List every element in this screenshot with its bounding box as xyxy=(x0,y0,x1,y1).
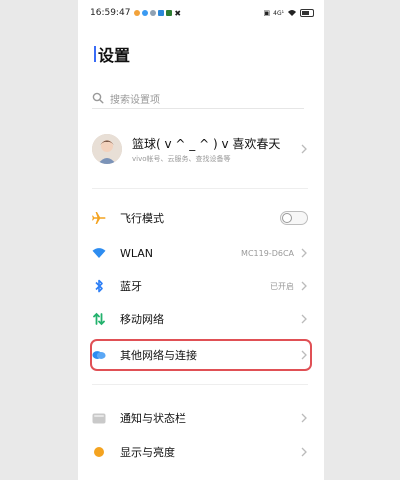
settings-item-label: WLAN xyxy=(120,246,154,260)
tools-icon: ✖ xyxy=(174,8,182,18)
chevron-right-icon xyxy=(301,281,307,291)
battery-icon xyxy=(300,9,314,17)
brightness-icon xyxy=(92,445,106,459)
status-time: 16:59:47 xyxy=(90,8,131,18)
wifi-icon xyxy=(92,246,106,260)
notification-icons: ✖ xyxy=(134,9,181,18)
settings-item-airplane-mode[interactable]: 飞行模式 xyxy=(92,204,308,232)
notification-icon-app xyxy=(158,10,165,16)
account-name: 篮球( v ^ _ ^ ) v 喜欢春天 xyxy=(132,136,281,151)
chevron-right-icon xyxy=(301,413,307,423)
account-text: 篮球( v ^ _ ^ ) v 喜欢春天 vivo帐号、云服务、查找设备等 xyxy=(132,135,300,164)
settings-item-bluetooth[interactable]: 蓝牙 已开启 xyxy=(92,272,308,300)
bluetooth-status: 已开启 xyxy=(270,281,294,291)
search-icon xyxy=(92,92,104,104)
settings-item-label: 移动网络 xyxy=(120,313,164,326)
settings-item-label: 蓝牙 xyxy=(120,280,142,293)
settings-item-wlan[interactable]: WLAN MC119-D6CA xyxy=(92,239,308,267)
chevron-right-icon xyxy=(301,447,307,457)
chevron-right-icon xyxy=(301,314,307,324)
chevron-right-icon xyxy=(301,144,307,154)
settings-item-display-brightness[interactable]: 显示与亮度 xyxy=(92,438,308,466)
section-divider xyxy=(92,384,308,385)
notification-icon-app2 xyxy=(166,10,173,16)
wifi-status-icon xyxy=(288,10,296,16)
settings-item-mobile-network[interactable]: 移动网络 xyxy=(92,305,308,333)
notification-icon xyxy=(92,411,106,425)
network-label: 4G¹ xyxy=(273,9,284,17)
settings-item-label: 飞行模式 xyxy=(120,212,164,225)
status-bar: 16:59:47 ✖ ▣ 4G¹ xyxy=(90,6,314,20)
settings-item-notifications[interactable]: 通知与状态栏 xyxy=(92,404,308,432)
notification-icon-blue xyxy=(142,10,149,16)
settings-item-label: 显示与亮度 xyxy=(120,446,175,459)
airplane-mode-toggle[interactable] xyxy=(280,211,308,225)
notification-icon-gray xyxy=(150,10,157,16)
avatar-illustration xyxy=(92,134,122,164)
search-placeholder: 搜索设置项 xyxy=(110,94,160,106)
section-divider xyxy=(92,188,308,189)
system-status: ▣ 4G¹ xyxy=(263,9,314,17)
wlan-network-name: MC119-D6CA xyxy=(241,248,294,258)
sim-icon: ▣ xyxy=(263,9,271,17)
page-header: 设置 xyxy=(94,42,130,66)
search-bar[interactable]: 搜索设置项 xyxy=(92,88,304,109)
page-title: 设置 xyxy=(98,46,131,65)
avatar xyxy=(92,134,122,164)
mobile-network-icon xyxy=(92,312,106,326)
phone-screen: 16:59:47 ✖ ▣ 4G¹ 设置 搜索设置项 篮球(v ^ _ ^) … xyxy=(78,0,324,480)
highlight-outline xyxy=(90,339,312,371)
chevron-right-icon xyxy=(301,248,307,258)
text-cursor xyxy=(94,46,96,62)
airplane-icon xyxy=(92,211,106,225)
bluetooth-icon xyxy=(92,279,106,293)
account-entry[interactable]: 篮球( v ^ _ ^ ) v 喜欢春天 vivo帐号、云服务、查找设备等 xyxy=(92,132,308,166)
notification-icon-orange xyxy=(134,10,141,16)
settings-item-label: 通知与状态栏 xyxy=(120,412,186,425)
account-subtitle: vivo帐号、云服务、查找设备等 xyxy=(132,154,231,163)
